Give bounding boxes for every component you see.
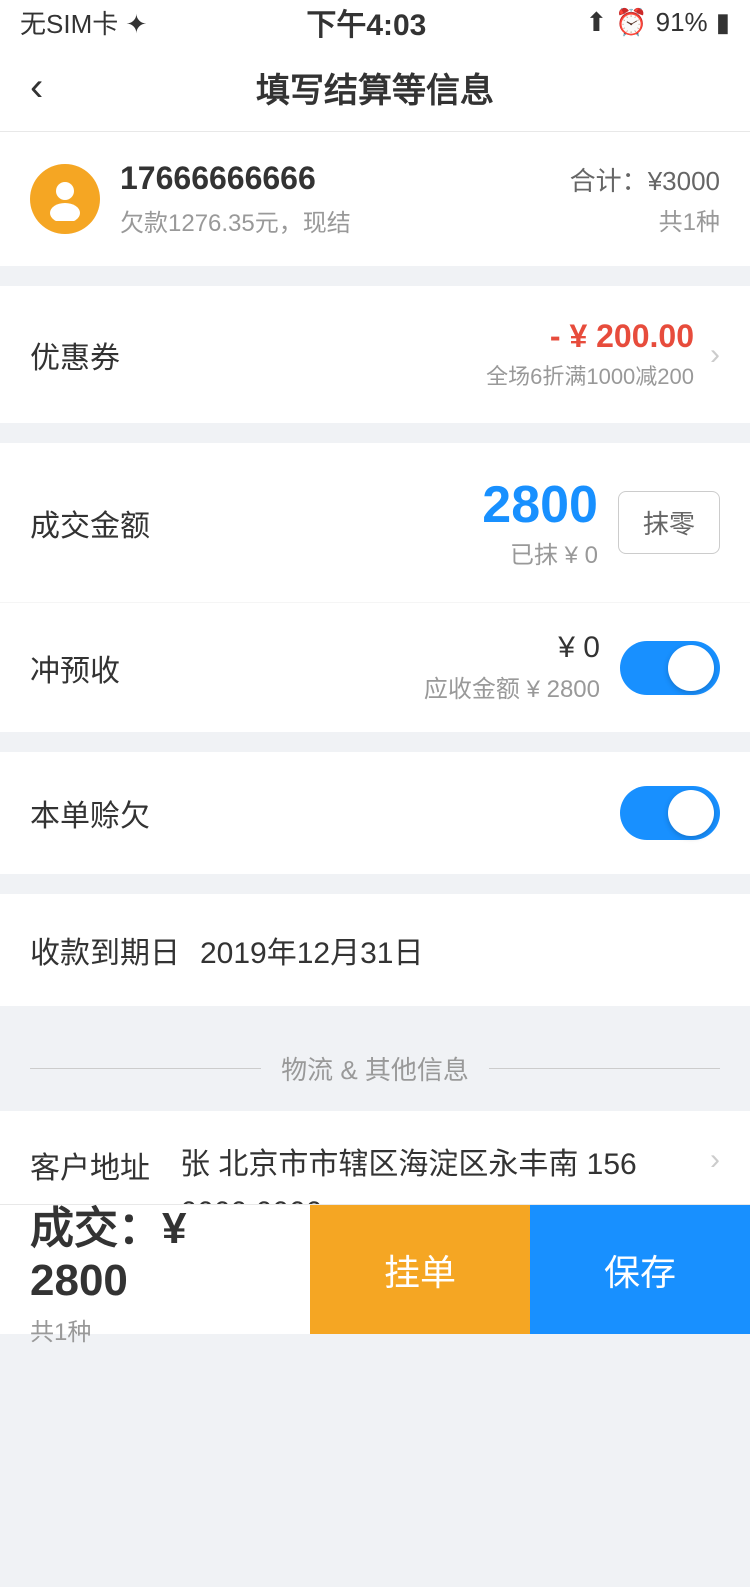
deal-amount-number: 2800 [482,475,598,535]
coupon-desc: 全场6折满1000减200 [486,359,694,391]
coupon-label: 优惠券 [30,333,120,377]
footer-deal-label: 成交： [30,1204,162,1253]
due-date-section: 收款到期日 2019年12月31日 [0,894,750,1006]
due-date-value: 2019年12月31日 [200,928,423,972]
customer-info: 17666666666 欠款1276.35元，现结 [120,160,351,238]
footer: 成交：¥ 2800 共1种 挂单 保存 [0,1204,750,1334]
content-area: 17666666666 欠款1276.35元，现结 合计：¥3000 共1种 优… [0,132,750,1587]
footer-deal-amount: 成交：¥ 2800 [30,1192,280,1306]
back-button[interactable]: ‹ [30,65,43,110]
deal-label: 成交金额 [30,501,150,545]
divider-line-right [489,1068,720,1069]
battery-text: 91% [656,7,708,38]
footer-info: 成交：¥ 2800 共1种 [0,1192,310,1347]
location-icon: ⬆ [585,7,607,38]
credit-section: 本单赊欠 [0,752,750,874]
prepay-right: ¥ 0 应收金额 ¥ 2800 [424,631,720,704]
deal-right: 2800 已抹 ¥ 0 抹零 [482,475,720,570]
page-title: 填写结算等信息 [256,63,494,112]
customer-left: 17666666666 欠款1276.35元，现结 [30,160,351,238]
prepay-row: 冲预收 ¥ 0 应收金额 ¥ 2800 [0,602,750,732]
coupon-right: - ¥ 200.00 全场6折满1000减200 › [486,318,720,391]
save-button[interactable]: 保存 [530,1205,750,1334]
coupon-row[interactable]: 优惠券 - ¥ 200.00 全场6折满1000减200 › [0,286,750,423]
deal-section: 成交金额 2800 已抹 ¥ 0 抹零 冲预收 ¥ 0 应收金额 ¥ 2800 [0,443,750,732]
credit-toggle[interactable] [620,786,720,840]
divider-line-left [30,1068,261,1069]
section-divider: 物流 & 其他信息 [0,1026,750,1111]
customer-card: 17666666666 欠款1276.35元，现结 合计：¥3000 共1种 [0,132,750,266]
divider-section: 物流 & 其他信息 [0,1026,750,1111]
coupon-amount: - ¥ 200.00 [486,318,694,355]
prepay-value-wrap: ¥ 0 应收金额 ¥ 2800 [424,631,600,704]
due-date-label: 收款到期日 [30,928,180,972]
round-off-button[interactable]: 抹零 [618,491,720,554]
battery-icon: ▮ [716,7,730,38]
total-label: 合计：¥3000 [570,161,720,198]
hang-order-button[interactable]: 挂单 [310,1205,530,1334]
deal-amount-wrap: 2800 已抹 ¥ 0 [482,475,598,570]
prepay-label: 冲预收 [30,646,120,690]
footer-btn-group: 挂单 保存 [310,1205,750,1334]
prepay-toggle[interactable] [620,641,720,695]
alarm-icon: ⏰ [615,7,647,38]
coupon-section: 优惠券 - ¥ 200.00 全场6折满1000减200 › [0,286,750,423]
coupon-value: - ¥ 200.00 全场6折满1000减200 [486,318,694,391]
nav-bar: ‹ 填写结算等信息 [0,44,750,132]
status-time: 下午4:03 [306,0,426,44]
total-count: 共1种 [570,202,720,237]
deal-row: 成交金额 2800 已抹 ¥ 0 抹零 [0,443,750,602]
chevron-right-icon: › [710,338,720,372]
divider-text: 物流 & 其他信息 [281,1050,469,1087]
prepay-amount: ¥ 0 [424,631,600,665]
prepay-sub: 应收金额 ¥ 2800 [424,669,600,704]
address-chevron-icon: › [710,1141,720,1177]
customer-sub: 欠款1276.35元，现结 [120,203,351,238]
status-right: ⬆ ⏰ 91% ▮ [585,7,730,38]
signal-text: 无SIM卡 ✦ [20,4,147,41]
status-bar: 无SIM卡 ✦ 下午4:03 ⬆ ⏰ 91% ▮ [0,0,750,44]
status-left: 无SIM卡 ✦ [20,4,147,41]
deal-amount-sub: 已抹 ¥ 0 [482,535,598,570]
customer-phone: 17666666666 [120,160,351,197]
credit-label: 本单赊欠 [30,791,150,835]
address-label: 客户地址 [30,1141,150,1187]
customer-right: 合计：¥3000 共1种 [570,161,720,237]
avatar [30,164,100,234]
